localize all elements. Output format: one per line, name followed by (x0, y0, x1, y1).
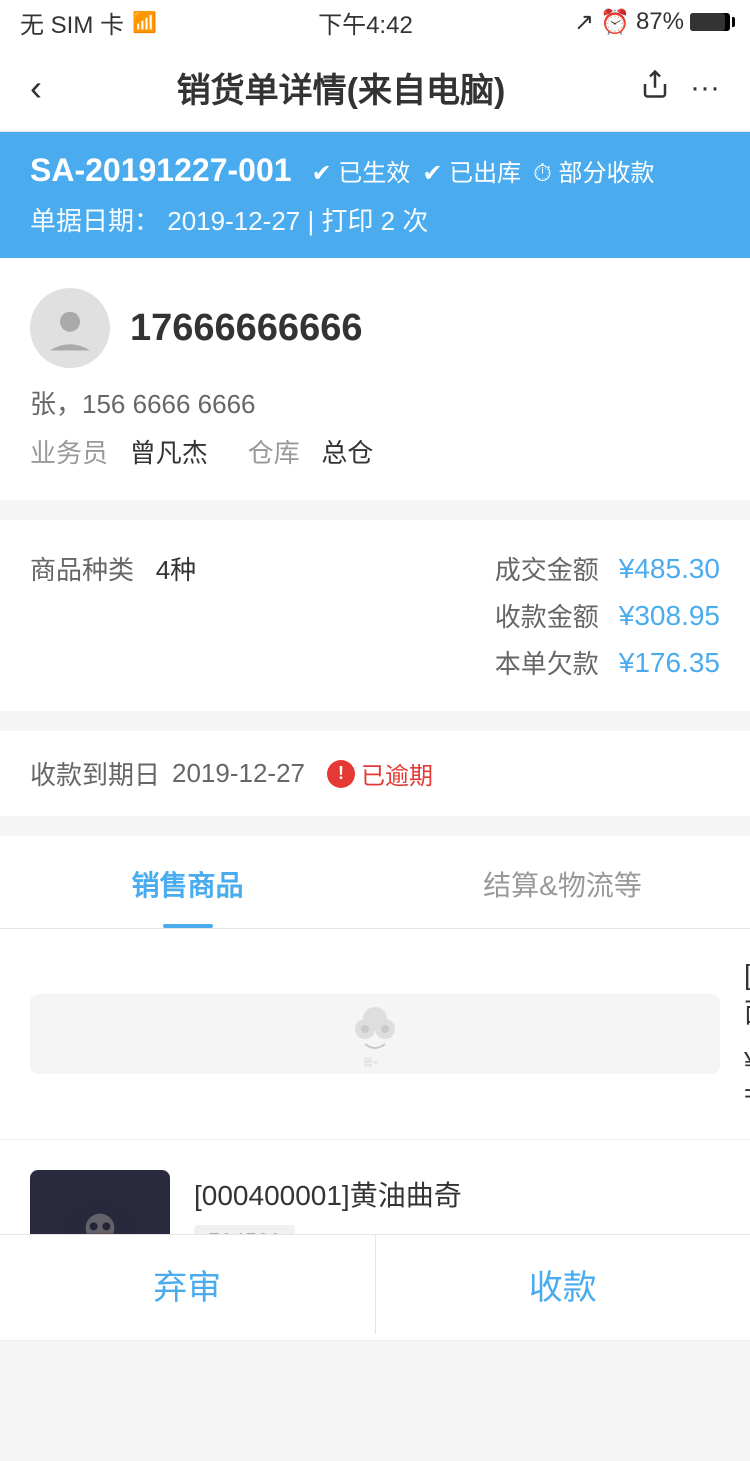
product-type-row: 商品种类 4种 (30, 550, 196, 587)
status-left: 无 SIM 卡 📶 (20, 5, 157, 40)
owed-row: 本单欠款 ¥176.35 (495, 644, 720, 681)
warehouse-meta: 仓库 总仓 (248, 433, 374, 470)
received-label: 收款金额 (495, 597, 599, 634)
nav-actions: ··· (640, 69, 720, 107)
sales-person: 曾凡杰 (130, 438, 208, 468)
transaction-row: 成交金额 ¥485.30 (495, 550, 720, 587)
carrier-text: 无 SIM 卡 (20, 5, 124, 40)
tabs-section: 销售商品 结算&物流等 (0, 836, 750, 929)
alarm-icon: ⏰ (600, 8, 630, 37)
customer-section: 17666666666 张，156 6666 6666 业务员 曾凡杰 仓库 总… (0, 258, 750, 500)
overdue-badge: ! 已逾期 (327, 756, 433, 791)
more-icon[interactable]: ··· (690, 71, 720, 105)
received-amount: ¥308.95 (619, 600, 720, 632)
unit-price-1: ¥40 (744, 1046, 750, 1076)
tab-products[interactable]: 销售商品 (0, 836, 375, 928)
status-right: ↗ ⏰ 87% (574, 8, 730, 37)
status-tag-effective: ✔ 已生效 (312, 153, 411, 188)
order-date: 2019-12-27 (167, 206, 300, 236)
status-bar: 无 SIM 卡 📶 下午4:42 ↗ ⏰ 87% (0, 0, 750, 44)
banner-row1: SA-20191227-001 ✔ 已生效 ✔ 已出库 ⏱ 部分收款 (30, 152, 720, 189)
product-info-1: [0000002]面包 ¥40 x 5 袋 = ¥199.99 (744, 959, 750, 1109)
product-price-1: ¥40 x 5 袋 = ¥199.99 (744, 1041, 750, 1109)
summary-section: 商品种类 4种 成交金额 ¥485.30 收款金额 ¥308.95 本单欠款 ¥… (0, 520, 750, 711)
sales-label-text: 业务员 (30, 438, 108, 468)
owed-amount: ¥176.35 (619, 647, 720, 679)
transaction-amount: ¥485.30 (619, 553, 720, 585)
due-section: 收款到期日 2019-12-27 ! 已逾期 (0, 731, 750, 816)
overdue-icon: ! (327, 760, 355, 788)
nav-bar: ‹ 销货单详情(来自电脑) ··· (0, 44, 750, 132)
sales-label: 业务员 曾凡杰 (30, 433, 208, 470)
customer-detail: 张，156 6666 6666 (30, 384, 720, 421)
header-banner: SA-20191227-001 ✔ 已生效 ✔ 已出库 ⏱ 部分收款 单据日期：… (0, 132, 750, 258)
summary-right: 成交金额 ¥485.30 收款金额 ¥308.95 本单欠款 ¥176.35 (495, 550, 720, 681)
print-info: | 打印 2 次 (307, 206, 428, 236)
due-label: 收款到期日 (30, 755, 160, 792)
status-tag-partial: ⏱ 部分收款 (533, 153, 654, 188)
tab-settlement[interactable]: 结算&物流等 (375, 836, 750, 928)
wifi-icon: 📶 (132, 10, 157, 35)
collect-payment-button[interactable]: 收款 (376, 1235, 750, 1334)
customer-header: 17666666666 (30, 288, 720, 368)
warehouse-label-text: 仓库 (248, 438, 300, 468)
owed-label: 本单欠款 (495, 644, 599, 681)
overdue-text: 已逾期 (361, 756, 433, 791)
product-code-1: [0000002]面包 (744, 959, 750, 1031)
product-code-2: [000400001]黄油曲奇 (194, 1174, 720, 1214)
summary-left: 商品种类 4种 (30, 550, 196, 681)
banner-row2: 单据日期： 2019-12-27 | 打印 2 次 (30, 201, 720, 238)
location-icon: ↗ (574, 8, 594, 37)
cancel-review-button[interactable]: 弃审 (0, 1235, 376, 1334)
svg-text:兽+: 兽+ (363, 1056, 379, 1069)
bottom-bar: 弃审 收款 (0, 1234, 750, 1334)
summary-grid: 商品种类 4种 成交金额 ¥485.30 收款金额 ¥308.95 本单欠款 ¥… (30, 550, 720, 681)
date-label: 单据日期： (30, 206, 160, 236)
received-row: 收款金额 ¥308.95 (495, 597, 720, 634)
page-title: 销货单详情(来自电脑) (177, 63, 506, 112)
customer-meta: 业务员 曾凡杰 仓库 总仓 (30, 433, 720, 470)
battery-text: 87% (636, 8, 684, 36)
product-type-label: 商品种类 (30, 555, 134, 585)
status-tag-delivered: ✔ 已出库 (422, 153, 521, 188)
status-time: 下午4:42 (318, 5, 413, 40)
battery-icon (690, 13, 730, 31)
product-type-count: 4种 (156, 555, 196, 585)
product-item-1: 兽+ [0000002]面包 ¥40 x 5 袋 = ¥199.99 (0, 929, 750, 1140)
status-tags: ✔ 已生效 ✔ 已出库 ⏱ 部分收款 (312, 153, 655, 188)
order-id: SA-20191227-001 (30, 152, 292, 189)
tabs: 销售商品 结算&物流等 (0, 836, 750, 928)
transaction-label: 成交金额 (495, 550, 599, 587)
product-image-1: 兽+ (30, 994, 720, 1074)
avatar (30, 288, 110, 368)
warehouse-name: 总仓 (321, 438, 373, 468)
due-date: 2019-12-27 (172, 758, 305, 789)
customer-name: 17666666666 (130, 307, 362, 350)
share-icon[interactable] (640, 69, 670, 107)
back-button[interactable]: ‹ (30, 67, 42, 109)
